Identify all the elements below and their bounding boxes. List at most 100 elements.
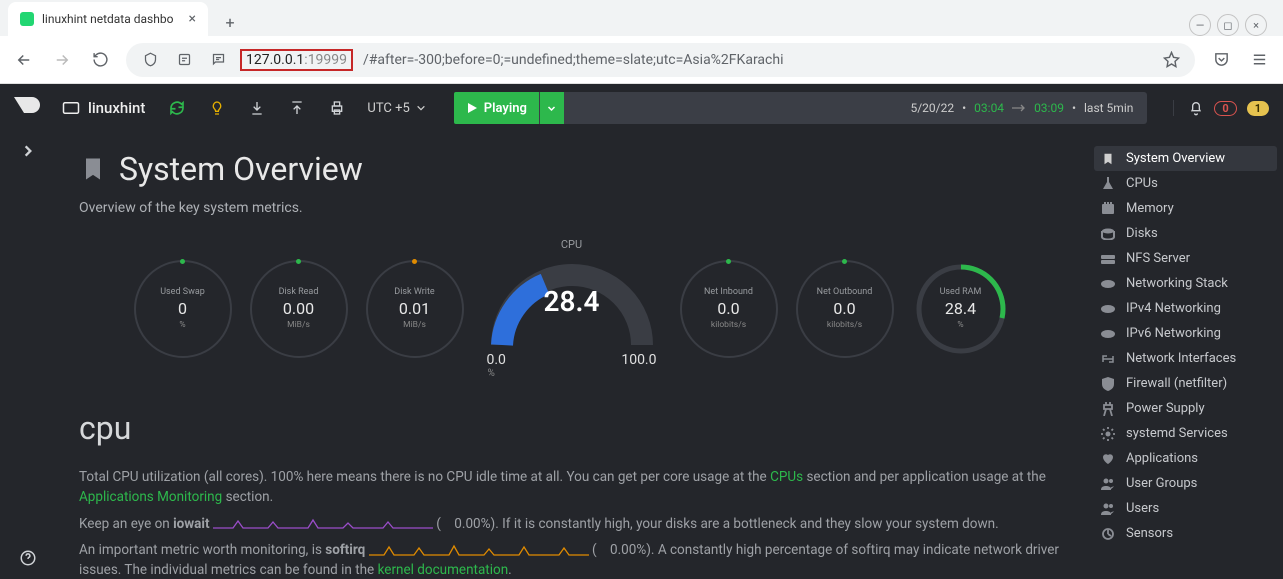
nav-item-firewall-netfilter-[interactable]: Firewall (netfilter) (1094, 371, 1277, 396)
nav-item-memory[interactable]: Memory (1094, 196, 1277, 221)
cpu-desc-2: Keep an eye on iowait ( 0.00%). If it is… (79, 514, 1064, 534)
nav-label: User Groups (1126, 476, 1197, 491)
nav-icon (1100, 402, 1116, 416)
nav-label: IPv6 Networking (1126, 326, 1221, 341)
time-range: last 5min (1084, 101, 1133, 115)
timeline-bar[interactable]: Playing 5/20/22 • 03:04 03:09 • last 5mi… (454, 92, 1148, 124)
nav-label: NFS Server (1126, 251, 1190, 266)
cpus-link[interactable]: CPUs (770, 469, 803, 485)
gauge-net-out[interactable]: Net Outbound 0.0 kilobits/s (796, 260, 894, 358)
nav-item-user-groups[interactable]: User Groups (1094, 471, 1277, 496)
play-button[interactable]: Playing (454, 92, 539, 124)
gauge-disk-read[interactable]: Disk Read 0.00 MiB/s (250, 260, 348, 358)
back-button[interactable] (12, 48, 36, 72)
gauge-swap[interactable]: Used Swap 0 % (134, 260, 232, 358)
nav-label: Disks (1126, 226, 1158, 241)
url-bar[interactable]: 127.0.0.1:19999 /#after=-300;before=0;=u… (126, 43, 1195, 77)
apps-link[interactable]: Applications Monitoring (79, 489, 222, 505)
nav-item-ipv6-networking[interactable]: IPv6 Networking (1094, 321, 1277, 346)
bell-icon[interactable] (1188, 100, 1204, 116)
nav-icon (1100, 354, 1116, 364)
nav-item-network-interfaces[interactable]: Network Interfaces (1094, 346, 1277, 371)
permissions-icon[interactable] (172, 48, 196, 72)
netdata-logo[interactable] (14, 97, 40, 119)
nav-item-ipv4-networking[interactable]: IPv4 Networking (1094, 296, 1277, 321)
gauge-ram[interactable]: Used RAM 28.4 % (912, 260, 1010, 358)
gauge-disk-write[interactable]: Disk Write 0.01 MiB/s (366, 260, 464, 358)
nav-label: Users (1126, 501, 1159, 516)
cpu-heading: cpu (79, 409, 1064, 447)
upload-icon[interactable] (287, 98, 307, 118)
nav-item-sensors[interactable]: Sensors (1094, 521, 1277, 546)
help-icon[interactable] (19, 549, 37, 567)
bulb-icon[interactable] (207, 98, 227, 118)
nav-item-systemd-services[interactable]: systemd Services (1094, 421, 1277, 446)
bookmark-star-icon[interactable] (1159, 48, 1183, 72)
nav-label: Sensors (1126, 526, 1173, 541)
nav-icon (1100, 177, 1116, 191)
url-host-highlight: 127.0.0.1:19999 (240, 49, 353, 71)
gauge-net-in[interactable]: Net Inbound 0.0 kilobits/s (680, 260, 778, 358)
nav-label: CPUs (1126, 176, 1158, 191)
cpu-desc-1: Total CPU utilization (all cores). 100% … (79, 467, 1064, 508)
bookmark-icon[interactable] (79, 155, 107, 183)
nav-icon (1100, 253, 1116, 265)
nav-icon (1100, 478, 1116, 490)
browser-menu-icon[interactable] (1247, 48, 1271, 72)
host-selector[interactable]: linuxhint (52, 95, 155, 121)
nav-icon (1100, 304, 1116, 314)
timezone-selector[interactable]: UTC +5 (367, 101, 425, 116)
nav-item-system-overview[interactable]: System Overview (1094, 146, 1277, 171)
page-subtitle: Overview of the key system metrics. (79, 200, 1064, 216)
nav-item-disks[interactable]: Disks (1094, 221, 1277, 246)
nav-label: Networking Stack (1126, 276, 1228, 291)
window-minimize-button[interactable]: — (1189, 14, 1211, 36)
gauge-cpu[interactable]: CPU 28.4 0.0 100.0 % (482, 238, 662, 379)
page-title: System Overview (119, 150, 363, 188)
tab-title: linuxhint netdata dashbo (42, 12, 173, 26)
url-path: /#after=-300;before=0;=undefined;theme=s… (363, 52, 783, 68)
warning-badge[interactable]: 1 (1247, 101, 1269, 116)
new-tab-button[interactable]: + (216, 8, 244, 36)
nav-item-cpus[interactable]: CPUs (1094, 171, 1277, 196)
sync-icon[interactable] (167, 98, 187, 118)
nav-item-applications[interactable]: Applications (1094, 446, 1277, 471)
chat-icon[interactable] (206, 48, 230, 72)
browser-tab[interactable]: linuxhint netdata dashbo × (8, 2, 208, 36)
timezone-label: UTC +5 (367, 101, 409, 116)
window-close-button[interactable]: × (1245, 14, 1267, 36)
print-icon[interactable] (327, 98, 347, 118)
nav-item-power-supply[interactable]: Power Supply (1094, 396, 1277, 421)
time-to: 03:09 (1034, 101, 1064, 115)
download-icon[interactable] (247, 98, 267, 118)
critical-badge[interactable]: 0 (1214, 101, 1236, 116)
section-navigator[interactable]: System Overview CPUs Memory Disks NFS Server… (1088, 132, 1283, 579)
nav-label: Network Interfaces (1126, 351, 1236, 366)
reload-button[interactable] (88, 48, 112, 72)
nav-icon (1100, 202, 1116, 216)
cpu-desc-3: An important metric worth monitoring, is… (79, 540, 1064, 579)
date-label: 5/20/22 (910, 101, 954, 115)
nav-label: systemd Services (1126, 426, 1228, 441)
close-tab-icon[interactable]: × (189, 11, 196, 27)
pocket-icon[interactable] (1209, 48, 1233, 72)
shield-icon[interactable] (138, 48, 162, 72)
nav-item-users[interactable]: Users (1094, 496, 1277, 521)
nav-icon (1100, 329, 1116, 339)
nav-icon (1100, 152, 1116, 166)
play-dropdown[interactable] (540, 92, 564, 124)
url-ip: 127.0.0.1 (246, 52, 304, 68)
nav-label: IPv4 Networking (1126, 301, 1221, 316)
nav-item-networking-stack[interactable]: Networking Stack (1094, 271, 1277, 296)
hostname: linuxhint (88, 99, 145, 117)
softirq-sparkline (369, 544, 589, 557)
window-maximize-button[interactable]: ◻ (1217, 14, 1239, 36)
time-from: 03:04 (974, 101, 1004, 115)
favicon (20, 12, 34, 26)
nav-icon (1100, 377, 1116, 391)
nav-item-nfs-server[interactable]: NFS Server (1094, 246, 1277, 271)
iowait-sparkline (213, 517, 433, 530)
play-icon (466, 102, 478, 114)
expand-left-rail[interactable] (21, 144, 35, 158)
kernel-doc-link[interactable]: kernel documentation (378, 562, 509, 578)
